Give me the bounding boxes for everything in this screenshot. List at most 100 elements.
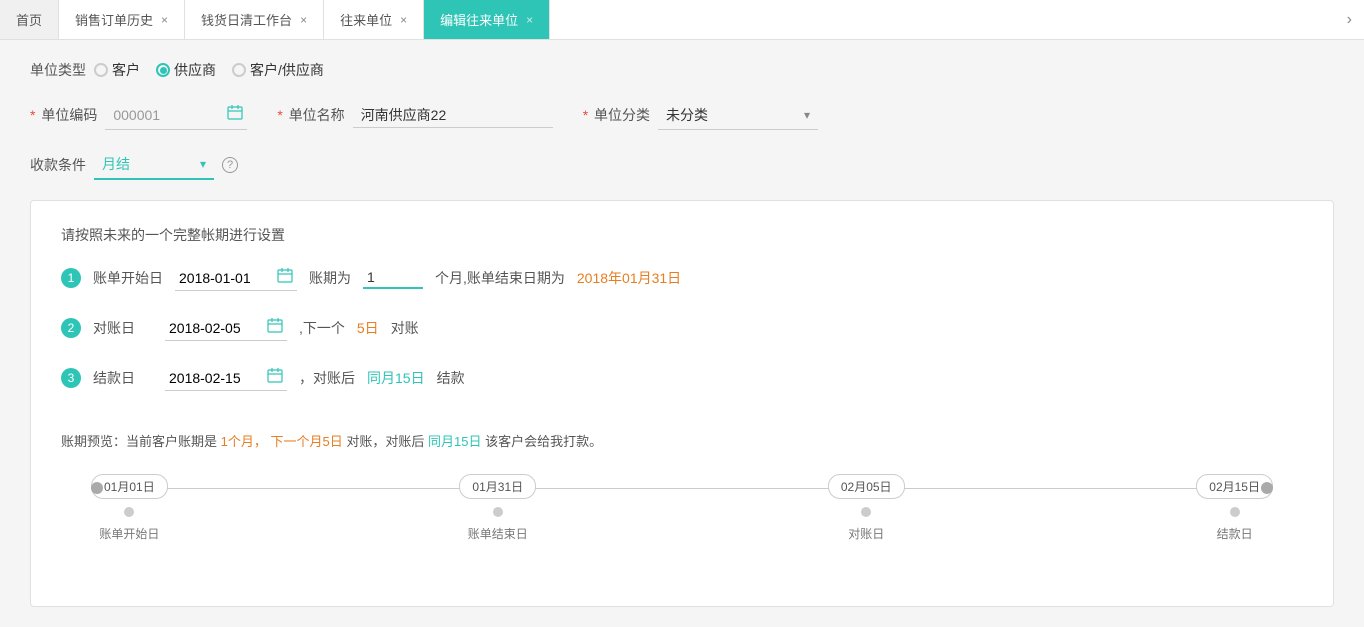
reconcile-date-cal-icon[interactable] [267,317,283,338]
radio-both[interactable]: 客户/供应商 [232,60,324,80]
period-suffix-1: 账期为 [309,268,351,288]
start-date-input[interactable] [179,270,269,286]
timeline-items: 01月01日 账单开始日 01月31日 账单结束日 02月05日 [91,474,1273,542]
unit-type-label: 单位类型 [30,60,86,80]
reconcile-date-input[interactable] [169,320,259,336]
timeline-end-dot [1261,482,1273,494]
timeline-label-1: 账单开始日 [99,525,159,542]
radio-customer-circle [94,63,108,77]
timeline-point-3: 02月05日 对账日 [828,474,905,542]
preview-part2: 下一个月5日 [271,434,343,449]
timeline-label-4: 结款日 [1217,525,1253,542]
period-num-3: 3 [61,368,81,388]
period-months-suffix: 个月,账单结束日期为 [435,268,565,288]
timeline-dot-2 [493,507,503,517]
radio-both-circle [232,63,246,77]
tab-arrow[interactable]: › [1335,0,1364,39]
payment-value: 月结 [102,154,200,174]
unit-code-field: * 单位编码 [30,100,247,130]
unit-category-value: 未分类 [666,105,804,125]
preview-section: 账期预览：当前客户账期是 1个月， 下一个月5日 对账，对账后 同月15日 该客… [61,415,1303,582]
tab-edit-partner[interactable]: 编辑往来单位 × [424,0,550,39]
tab-cash-work[interactable]: 钱货日清工作台 × [185,0,324,39]
tab-partner-close[interactable]: × [400,13,407,27]
start-date-cal-icon[interactable] [277,267,293,288]
unit-name-label: * 单位名称 [277,105,344,125]
radio-customer-label: 客户 [112,60,140,80]
reconcile-suffix: 对账 [391,318,419,338]
payment-field: 收款条件 月结 ▾ ? [30,150,238,180]
preview-middle: 对账，对账后 [346,434,424,449]
unit-category-field: * 单位分类 未分类 ▾ [583,101,818,130]
months-wrap [363,267,423,289]
tab-sales-history-close[interactable]: × [161,13,168,27]
timeline-container: 01月01日 账单开始日 01月31日 账单结束日 02月05日 [61,474,1303,582]
period-row-3: 3 结款日 ，对账后 同月15日 结款 [61,365,1303,391]
unit-category-label: * 单位分类 [583,105,650,125]
payment-date-wrap [165,365,287,391]
unit-type-field: 单位类型 客户 供应商 客户/供应商 [30,60,324,80]
start-date-wrap [175,265,297,291]
radio-supplier[interactable]: 供应商 [156,60,216,80]
period-label-2: 对账日 [93,318,153,338]
payment-label: 收款条件 [30,155,86,175]
unit-code-input-wrap [105,100,247,130]
unit-type-row: 单位类型 客户 供应商 客户/供应商 [30,60,1334,80]
reconcile-prefix: ,下一个 [299,318,345,338]
tab-bar: 首页 销售订单历史 × 钱货日清工作台 × 往来单位 × 编辑往来单位 × › [0,0,1364,40]
timeline-label-2: 账单结束日 [468,525,528,542]
period-label-3: 结款日 [93,368,153,388]
preview-text: 账期预览：当前客户账期是 1个月， 下一个月5日 对账，对账后 同月15日 该客… [61,431,1303,450]
unit-code-input[interactable] [113,107,223,123]
unit-category-select[interactable]: 未分类 ▾ [658,101,818,130]
reconcile-day-highlight: 5日 [357,318,379,338]
unit-name-input[interactable] [353,103,553,128]
card-intro: 请按照未来的一个完整帐期进行设置 [61,225,1303,245]
months-input[interactable] [363,267,423,289]
tab-partner[interactable]: 往来单位 × [324,0,424,39]
unit-info-row: * 单位编码 * 单位名称 * 单位分类 未分类 [30,100,1334,130]
payment-select[interactable]: 月结 ▾ [94,150,214,180]
period-num-2: 2 [61,318,81,338]
settings-card: 请按照未来的一个完整帐期进行设置 1 账单开始日 账期为 个月,账单结束日期为 … [30,200,1334,607]
timeline-dot-1 [124,507,134,517]
radio-customer[interactable]: 客户 [94,60,140,80]
timeline-label-3: 对账日 [848,525,884,542]
tab-sales-history[interactable]: 销售订单历史 × [59,0,185,39]
reconcile-date-wrap [165,315,287,341]
period-row-1: 1 账单开始日 账期为 个月,账单结束日期为 2018年01月31日 [61,265,1303,291]
timeline-point-2: 01月31日 账单结束日 [459,474,536,542]
timeline-badge-3: 02月05日 [828,474,905,499]
payment-arrow: ▾ [200,157,206,171]
main-content: 单位类型 客户 供应商 客户/供应商 * 单位编码 [0,40,1364,627]
preview-end: 该客户会给我打款。 [485,434,602,449]
radio-both-label: 客户/供应商 [250,60,324,80]
unit-code-icon[interactable] [227,104,243,125]
preview-part3: 同月15日 [428,434,481,449]
payment-date-cal-icon[interactable] [267,367,283,388]
unit-name-field: * 单位名称 [277,103,552,128]
help-icon[interactable]: ? [222,157,238,173]
preview-label: 账期预览：当前客户账期是 [61,434,217,449]
payment-row: 收款条件 月结 ▾ ? [30,150,1334,180]
timeline-badge-2: 01月31日 [459,474,536,499]
tab-edit-partner-close[interactable]: × [526,13,533,27]
radio-supplier-label: 供应商 [174,60,216,80]
timeline-start-dot [91,482,103,494]
payment-day-highlight: 同月15日 [367,368,425,388]
unit-type-radio-group: 客户 供应商 客户/供应商 [94,60,324,80]
unit-code-label: * 单位编码 [30,105,97,125]
payment-suffix: 结款 [437,368,465,388]
radio-supplier-circle [156,63,170,77]
period-num-1: 1 [61,268,81,288]
payment-prefix: ，对账后 [299,368,355,388]
payment-date-input[interactable] [169,370,259,386]
period-row-2: 2 对账日 ,下一个 5日 对账 [61,315,1303,341]
timeline-dot-4 [1230,507,1240,517]
tab-home[interactable]: 首页 [0,0,59,39]
tab-cash-work-close[interactable]: × [300,13,307,27]
end-date-highlight: 2018年01月31日 [577,268,681,288]
preview-part1: 1个月， [221,434,267,449]
timeline-dot-3 [861,507,871,517]
period-label-1: 账单开始日 [93,268,163,288]
